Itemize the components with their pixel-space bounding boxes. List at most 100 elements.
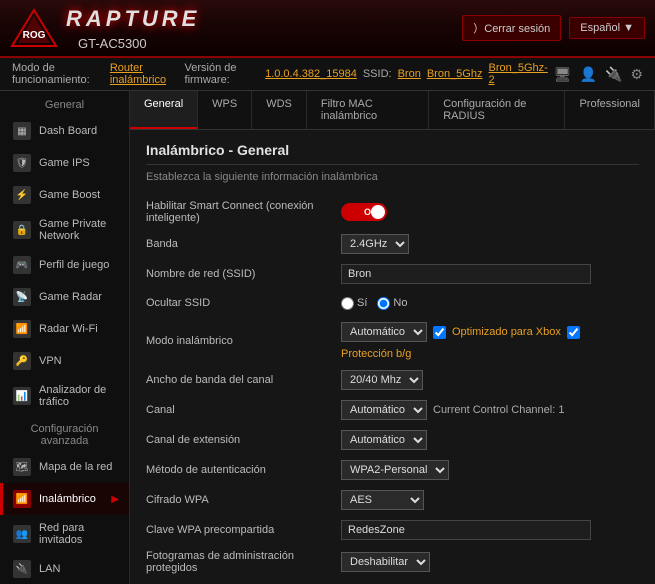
gameips-icon: 🛡 bbox=[13, 154, 31, 172]
label-autenticacion: Método de autenticación bbox=[146, 464, 341, 476]
modo-select[interactable]: Automático N Only G Only bbox=[341, 322, 427, 342]
clave-input[interactable] bbox=[341, 520, 591, 540]
label-ocultar: Ocultar SSID bbox=[146, 297, 341, 309]
sidebar-item-vpn[interactable]: 🔑 VPN bbox=[0, 345, 129, 377]
ocultar-si-radio[interactable] bbox=[341, 297, 354, 310]
label-smart-connect: Habilitar Smart Connect (conexión inteli… bbox=[146, 200, 341, 224]
sidebar-item-radarwifi[interactable]: 📶 Radar Wi-Fi bbox=[0, 313, 129, 345]
sidebar-item-gameips[interactable]: 🛡 Game IPS bbox=[0, 147, 129, 179]
ancho-select[interactable]: 20/40 Mhz 20 Mhz 40 Mhz bbox=[341, 370, 423, 390]
sidebar-label-inalambrico: Inalámbrico bbox=[39, 493, 96, 505]
row-autenticacion: Método de autenticación WPA2-Personal WP… bbox=[146, 455, 639, 485]
info-bar: Modo de funcionamiento: Router inalámbri… bbox=[0, 58, 655, 91]
sidebar: General ▦ Dash Board 🛡 Game IPS ⚡ Game B… bbox=[0, 91, 130, 584]
sidebar-item-invitados[interactable]: 👥 Red para invitados bbox=[0, 515, 129, 553]
label-cifrado: Cifrado WPA bbox=[146, 494, 341, 506]
sidebar-item-gameradar[interactable]: 📡 Game Radar bbox=[0, 281, 129, 313]
control-fotogramas: Deshabilitar Habilitar Obligatorio bbox=[341, 552, 639, 572]
row-clave: Clave WPA precompartida bbox=[146, 515, 639, 545]
sidebar-label-analizador: Analizador de tráfico bbox=[39, 384, 119, 408]
ssid-link-1[interactable]: Bron bbox=[398, 68, 421, 80]
smart-connect-toggle[interactable]: OFF bbox=[341, 203, 387, 221]
sidebar-label-perfil: Perfil de juego bbox=[39, 259, 109, 271]
modo-link[interactable]: Router inalámbrico bbox=[110, 62, 179, 86]
page-content: Inalámbrico - General Establezca la sigu… bbox=[130, 130, 655, 584]
control-canal: Automático 123456 Current Control Channe… bbox=[341, 400, 639, 420]
sidebar-item-lan[interactable]: 🔌 LAN bbox=[0, 553, 129, 584]
user-icon[interactable]: 👤 bbox=[580, 66, 597, 83]
sidebar-section-general: General bbox=[0, 91, 129, 115]
network-icon[interactable]: 🖥 bbox=[554, 66, 572, 83]
row-canal-ext: Canal de extensión Automático Superior I… bbox=[146, 425, 639, 455]
sidebar-label-invitados: Red para invitados bbox=[39, 522, 119, 546]
control-cifrado: AES TKIP AES+TKIP bbox=[341, 490, 639, 510]
sidebar-item-analizador[interactable]: 📊 Analizador de tráfico bbox=[0, 377, 129, 415]
tab-radius[interactable]: Configuración de RADIUS bbox=[429, 91, 565, 129]
ssid-link-2[interactable]: Bron_5Ghz bbox=[427, 68, 483, 80]
control-smart-connect: OFF bbox=[341, 203, 639, 221]
banda-select[interactable]: 2.4GHz 5GHz-1 5GHz-2 bbox=[341, 234, 409, 254]
analizador-icon: 📊 bbox=[13, 387, 31, 405]
control-ancho: 20/40 Mhz 20 Mhz 40 Mhz bbox=[341, 370, 639, 390]
control-canal-ext: Automático Superior Inferior bbox=[341, 430, 639, 450]
dashboard-icon: ▦ bbox=[13, 122, 31, 140]
radarwifi-icon: 📶 bbox=[13, 320, 31, 338]
info-icons: 🖥 👤 🔌 ⚙ bbox=[554, 66, 643, 83]
xbox-label: Optimizado para Xbox bbox=[452, 326, 561, 338]
inalambrico-arrow: ▶ bbox=[111, 494, 119, 505]
page-title: Inalámbrico - General bbox=[146, 142, 639, 165]
rog-logo: ROG bbox=[10, 8, 58, 48]
sidebar-item-gameprivatenetwork[interactable]: 🔒 Game Private Network bbox=[0, 211, 129, 249]
label-banda: Banda bbox=[146, 238, 341, 250]
sidebar-item-gameboost[interactable]: ⚡ Game Boost bbox=[0, 179, 129, 211]
cifrado-select[interactable]: AES TKIP AES+TKIP bbox=[341, 490, 424, 510]
control-ocultar: Sí No bbox=[341, 297, 639, 310]
version-link[interactable]: 1.0.0.4.382_15984 bbox=[265, 68, 357, 80]
model-name: GT-AC5300 bbox=[78, 36, 200, 51]
tab-professional[interactable]: Professional bbox=[565, 91, 655, 129]
sidebar-item-inalambrico[interactable]: 📶 Inalámbrico ▶ bbox=[0, 483, 129, 515]
sidebar-item-mapa[interactable]: 🗺 Mapa de la red bbox=[0, 451, 129, 483]
autenticacion-select[interactable]: WPA2-Personal WPA-Personal Open System bbox=[341, 460, 449, 480]
cerrar-sesion-button[interactable]: ）Cerrar sesión bbox=[462, 15, 561, 41]
sidebar-item-dashboard[interactable]: ▦ Dash Board bbox=[0, 115, 129, 147]
vpn-icon: 🔑 bbox=[13, 352, 31, 370]
ocultar-si-label[interactable]: Sí bbox=[341, 297, 367, 310]
ocultar-no-label[interactable]: No bbox=[377, 297, 407, 310]
row-banda: Banda 2.4GHz 5GHz-1 5GHz-2 bbox=[146, 229, 639, 259]
canal-select[interactable]: Automático 123456 bbox=[341, 400, 427, 420]
row-modo: Modo inalámbrico Automático N Only G Onl… bbox=[146, 317, 639, 365]
lan-icon: 🔌 bbox=[13, 560, 31, 578]
canal-ext-select[interactable]: Automático Superior Inferior bbox=[341, 430, 427, 450]
canal-info: Current Control Channel: 1 bbox=[433, 404, 564, 416]
row-fotogramas: Fotogramas de administración protegidos … bbox=[146, 545, 639, 579]
settings-icon[interactable]: ⚙ bbox=[630, 66, 643, 83]
sidebar-label-dashboard: Dash Board bbox=[39, 125, 97, 137]
tab-filtro-mac[interactable]: Filtro MAC inalámbrico bbox=[307, 91, 429, 129]
row-intervalo: Intervalo de rotación de la clave de red bbox=[146, 579, 639, 584]
sidebar-label-gameips: Game IPS bbox=[39, 157, 90, 169]
row-cifrado: Cifrado WPA AES TKIP AES+TKIP bbox=[146, 485, 639, 515]
usb-icon[interactable]: 🔌 bbox=[605, 66, 622, 83]
fotogramas-select[interactable]: Deshabilitar Habilitar Obligatorio bbox=[341, 552, 430, 572]
tab-general[interactable]: General bbox=[130, 91, 198, 129]
tab-wds[interactable]: WDS bbox=[252, 91, 307, 129]
ocultar-no-radio[interactable] bbox=[377, 297, 390, 310]
tab-wps[interactable]: WPS bbox=[198, 91, 252, 129]
proteccion-checkbox[interactable] bbox=[567, 326, 580, 339]
sidebar-section-avanzada: Configuración avanzada bbox=[0, 415, 129, 451]
row-canal: Canal Automático 123456 Current Control … bbox=[146, 395, 639, 425]
sidebar-label-gpn: Game Private Network bbox=[39, 218, 119, 242]
xbox-checkbox[interactable] bbox=[433, 326, 446, 339]
sidebar-item-perfil[interactable]: 🎮 Perfil de juego bbox=[0, 249, 129, 281]
modo-label: Modo de funcionamiento: bbox=[12, 62, 104, 86]
inalambrico-icon: 📶 bbox=[13, 490, 31, 508]
row-smart-connect: Habilitar Smart Connect (conexión inteli… bbox=[146, 195, 639, 229]
row-ancho: Ancho de banda del canal 20/40 Mhz 20 Mh… bbox=[146, 365, 639, 395]
language-button[interactable]: Español ▼ bbox=[569, 17, 645, 39]
proteccion-label: Protección b/g bbox=[341, 348, 411, 360]
ssid-link-3[interactable]: Bron_5Ghz-2 bbox=[488, 62, 547, 86]
ssid-input[interactable] bbox=[341, 264, 591, 284]
row-ocultar: Ocultar SSID Sí No bbox=[146, 289, 639, 317]
label-canal: Canal bbox=[146, 404, 341, 416]
